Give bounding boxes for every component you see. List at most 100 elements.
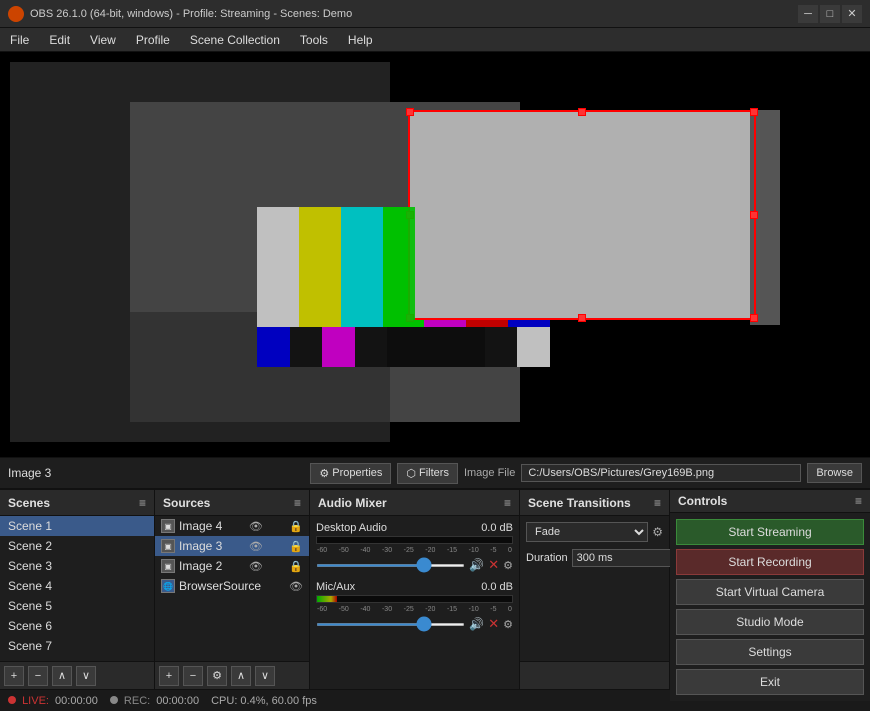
sources-add-button[interactable]: + [159,666,179,686]
image-file-path[interactable] [521,464,801,482]
sources-header: Sources ≡ [155,490,309,516]
mic-aux-x-icon[interactable]: ✕ [488,616,499,632]
menu-scene-collection[interactable]: Scene Collection [180,28,290,51]
image-file-label: Image File [464,467,515,479]
controls-menu-icon[interactable]: ≡ [855,494,862,508]
menu-edit[interactable]: Edit [39,28,80,51]
scene-transitions-panel: Scene Transitions ≡ Fade Cut Swipe Slide… [520,490,670,689]
audio-mixer-menu-icon[interactable]: ≡ [504,496,511,510]
menu-help[interactable]: Help [338,28,383,51]
transition-duration-row: Duration ▲ ▼ [526,548,663,568]
rec-time: 00:00:00 [156,695,199,707]
source-label: Image 4 [179,519,222,533]
titlebar: OBS 26.1.0 (64-bit, windows) - Profile: … [0,0,870,28]
transition-type-select[interactable]: Fade Cut Swipe Slide [526,522,648,542]
start-virtual-camera-button[interactable]: Start Virtual Camera [676,579,864,605]
mic-aux-db: 0.0 dB [481,581,513,593]
source-item-browser[interactable]: 🌐 BrowserSource 👁 [155,576,309,596]
scenes-panel: Scenes ≡ Scene 1 Scene 2 Scene 3 Scene 4… [0,490,155,689]
mic-aux-scale: -60-50-40-30-25-20-15-10-50 [316,606,513,613]
mic-aux-gear-icon[interactable]: ⚙ [503,618,513,631]
source-item-image2[interactable]: ▣ Image 2 👁 🔒 [155,556,309,576]
source-type-icon: ▣ [161,559,175,573]
scene-item-1[interactable]: Scene 1 [0,516,154,536]
browse-button[interactable]: Browse [807,463,862,483]
source-lock-icon[interactable]: 🔒 [289,540,303,553]
sources-menu-icon[interactable]: ≡ [294,496,301,510]
menu-tools[interactable]: Tools [290,28,338,51]
menu-file[interactable]: File [0,28,39,51]
live-dot [8,696,16,704]
exit-button[interactable]: Exit [676,669,864,695]
desktop-audio-mute-icon[interactable]: 🔊 [469,558,484,572]
scenes-list: Scene 1 Scene 2 Scene 3 Scene 4 Scene 5 … [0,516,154,661]
source-visibility-icon[interactable]: 👁 [249,560,263,573]
maximize-button[interactable]: □ [820,5,840,23]
scene-item-4[interactable]: Scene 4 [0,576,154,596]
close-button[interactable]: ✕ [842,5,862,23]
source-visibility-icon[interactable]: 👁 [289,580,303,593]
source-type-icon: ▣ [161,519,175,533]
scenes-menu-icon[interactable]: ≡ [139,496,146,510]
desktop-audio-gear-icon[interactable]: ⚙ [503,559,513,572]
menu-view[interactable]: View [80,28,126,51]
controls-header: Controls ≡ [670,490,870,513]
scene-item-7[interactable]: Scene 7 [0,636,154,656]
mic-aux-mute-icon[interactable]: 🔊 [469,617,484,631]
sources-remove-button[interactable]: − [183,666,203,686]
gear-icon: ⚙ [319,467,329,480]
scenes-footer: + − ∧ ∨ [0,661,154,689]
start-streaming-button[interactable]: Start Streaming [676,519,864,545]
scenes-header: Scenes ≡ [0,490,154,516]
live-label: LIVE: [22,695,49,707]
transitions-menu-icon[interactable]: ≡ [654,496,661,510]
desktop-audio-name: Desktop Audio [316,522,387,534]
source-item-image3[interactable]: ▣ Image 3 👁 🔒 [155,536,309,556]
live-time: 00:00:00 [55,695,98,707]
source-visibility-icon[interactable]: 👁 [249,540,263,553]
filters-button[interactable]: ⬡ Filters [397,463,458,484]
scenes-add-button[interactable]: + [4,666,24,686]
scene-item-6[interactable]: Scene 6 [0,616,154,636]
sources-down-button[interactable]: ∨ [255,666,275,686]
scene-item-5[interactable]: Scene 5 [0,596,154,616]
source-visibility-icon[interactable]: 👁 [249,520,263,533]
preview-canvas [0,52,870,457]
desktop-audio-slider[interactable] [316,564,465,567]
desktop-audio-meter [316,536,513,544]
source-type-icon: 🌐 [161,579,175,593]
settings-button[interactable]: Settings [676,639,864,665]
sources-properties-button[interactable]: ⚙ [207,666,227,686]
source-item-image4[interactable]: ▣ Image 4 👁 🔒 [155,516,309,536]
transition-gear-icon[interactable]: ⚙ [652,525,663,539]
source-type-icon: ▣ [161,539,175,553]
bottom-panels: Scenes ≡ Scene 1 Scene 2 Scene 3 Scene 4… [0,489,870,689]
studio-mode-button[interactable]: Studio Mode [676,609,864,635]
scenes-remove-button[interactable]: − [28,666,48,686]
desktop-audio-scale: -60-50-40-30-25-20-15-10-50 [316,547,513,554]
duration-label: Duration [526,552,568,564]
audio-mixer-header: Audio Mixer ≡ [310,490,519,516]
properties-button[interactable]: ⚙ Properties [310,463,391,484]
audio-mixer-panel: Audio Mixer ≡ Desktop Audio 0.0 dB -60-5… [310,490,520,689]
transitions-footer [520,661,669,689]
rec-dot [110,696,118,704]
scene-item-3[interactable]: Scene 3 [0,556,154,576]
start-recording-button[interactable]: Start Recording [676,549,864,575]
sources-up-button[interactable]: ∧ [231,666,251,686]
desktop-audio-x-icon[interactable]: ✕ [488,557,499,573]
window-title: OBS 26.1.0 (64-bit, windows) - Profile: … [30,8,798,20]
rec-indicator: REC: 00:00:00 [110,695,199,707]
scenes-down-button[interactable]: ∨ [76,666,96,686]
menu-profile[interactable]: Profile [126,28,180,51]
cpu-info: CPU: 0.4%, 60.00 fps [211,695,317,707]
minimize-button[interactable]: ─ [798,5,818,23]
mic-aux-slider[interactable] [316,623,465,626]
source-lock-icon[interactable]: 🔒 [289,560,303,573]
source-lock-icon[interactable]: 🔒 [289,520,303,533]
source-label: Image 3 [179,539,222,553]
desktop-audio-db: 0.0 dB [481,522,513,534]
mic-aux-channel: Mic/Aux 0.0 dB -60-50-40-30-25-20-15-10-… [316,581,513,632]
scenes-up-button[interactable]: ∧ [52,666,72,686]
scene-item-2[interactable]: Scene 2 [0,536,154,556]
